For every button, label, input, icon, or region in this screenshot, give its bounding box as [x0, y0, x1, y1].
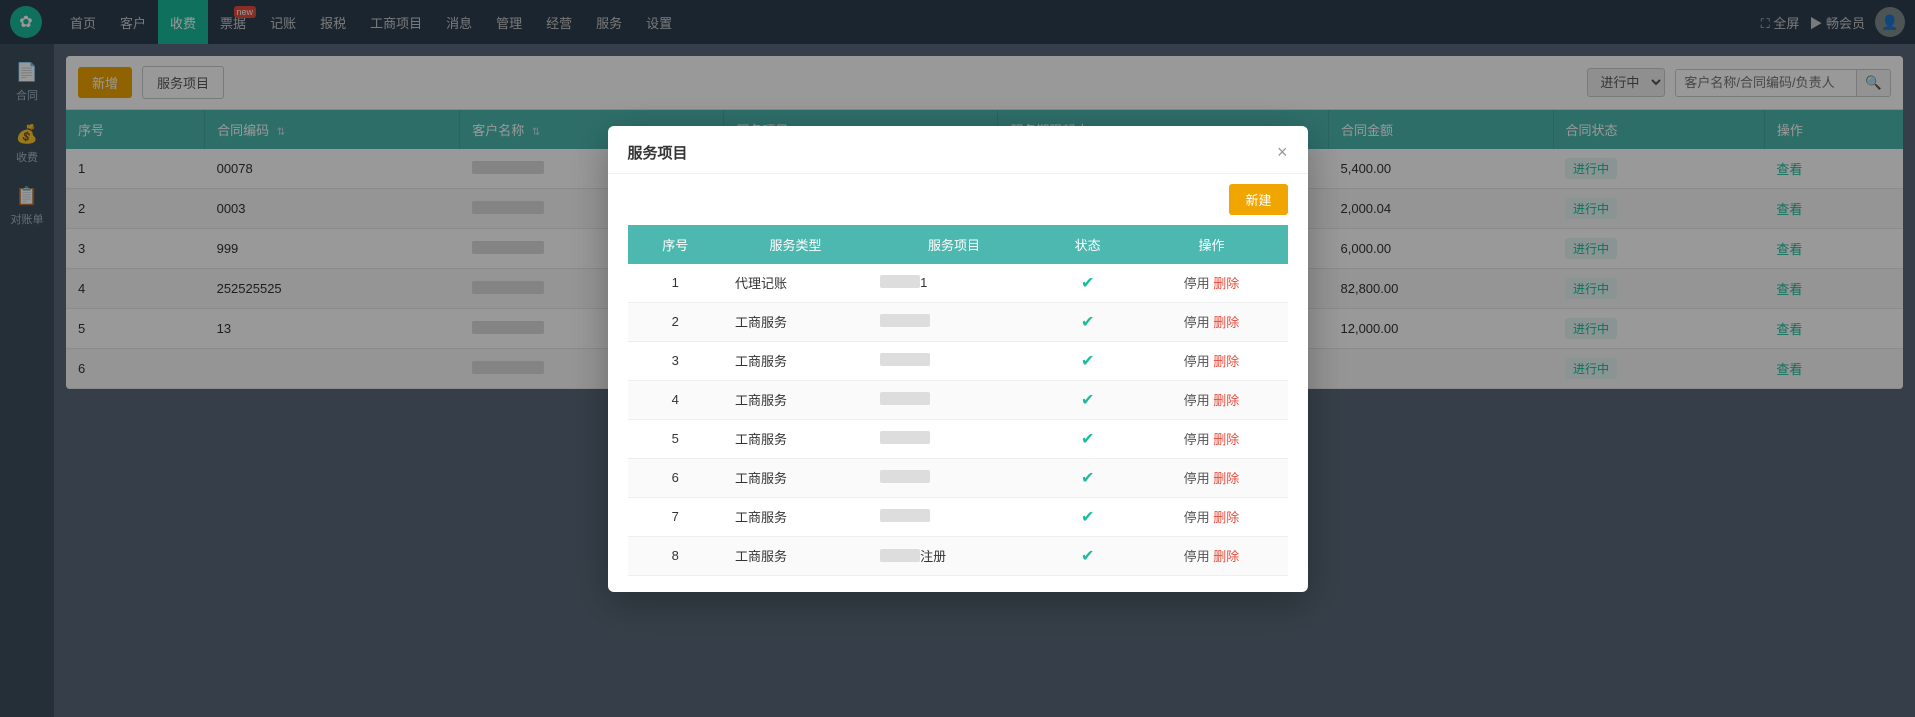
delete-button[interactable]: 删除 — [1213, 546, 1239, 565]
service-items-table: 序号 服务类型 服务项目 状态 操作 1 代理记账 1 ✔ 停用 删除 2 工商… — [628, 225, 1288, 576]
modal-cell-ops: 停用 删除 — [1135, 264, 1287, 303]
stop-button[interactable]: 停用 — [1184, 390, 1210, 409]
modal-table-row: 8 工商服务 注册 ✔ 停用 删除 — [628, 536, 1288, 575]
modal-cell-item — [868, 341, 1040, 380]
status-check-icon: ✔ — [1081, 314, 1094, 331]
modal-table-row: 3 工商服务 ✔ 停用 删除 — [628, 341, 1288, 380]
modal-cell-seq: 5 — [628, 419, 723, 458]
modal-cell-seq: 8 — [628, 536, 723, 575]
modal-cell-ops: 停用 删除 — [1135, 302, 1287, 341]
modal-table-row: 5 工商服务 ✔ 停用 删除 — [628, 419, 1288, 458]
stop-button[interactable]: 停用 — [1184, 468, 1210, 487]
modal-cell-type: 工商服务 — [723, 536, 868, 575]
modal-cell-item: 1 — [868, 264, 1040, 303]
modal-cell-item — [868, 497, 1040, 536]
modal-cell-type: 工商服务 — [723, 341, 868, 380]
delete-button[interactable]: 删除 — [1213, 390, 1239, 409]
modal-cell-item — [868, 380, 1040, 419]
modal-cell-status: ✔ — [1040, 380, 1135, 419]
status-check-icon: ✔ — [1081, 431, 1094, 448]
modal-title: 服务项目 — [628, 142, 688, 163]
modal-cell-seq: 2 — [628, 302, 723, 341]
modal-table-row: 2 工商服务 ✔ 停用 删除 — [628, 302, 1288, 341]
modal-cell-type: 代理记账 — [723, 264, 868, 303]
status-check-icon: ✔ — [1081, 353, 1094, 370]
modal-cell-seq: 4 — [628, 380, 723, 419]
modal-cell-status: ✔ — [1040, 458, 1135, 497]
service-items-modal: 服务项目 × 新建 序号 服务类型 服务项目 状态 操作 1 代理记账 — [608, 126, 1308, 592]
modal-cell-status: ✔ — [1040, 536, 1135, 575]
modal-cell-item: 注册 — [868, 536, 1040, 575]
delete-button[interactable]: 删除 — [1213, 429, 1239, 448]
modal-cell-status: ✔ — [1040, 341, 1135, 380]
stop-button[interactable]: 停用 — [1184, 546, 1210, 565]
modal-cell-item — [868, 458, 1040, 497]
status-check-icon: ✔ — [1081, 548, 1094, 565]
stop-button[interactable]: 停用 — [1184, 507, 1210, 526]
modal-cell-status: ✔ — [1040, 497, 1135, 536]
modal-table-row: 6 工商服务 ✔ 停用 删除 — [628, 458, 1288, 497]
modal-cell-type: 工商服务 — [723, 458, 868, 497]
modal-close-button[interactable]: × — [1277, 143, 1288, 161]
modal-cell-seq: 6 — [628, 458, 723, 497]
modal-cell-seq: 7 — [628, 497, 723, 536]
stop-button[interactable]: 停用 — [1184, 273, 1210, 292]
modal-cell-ops: 停用 删除 — [1135, 419, 1287, 458]
status-check-icon: ✔ — [1081, 509, 1094, 526]
modal-cell-status: ✔ — [1040, 264, 1135, 303]
status-check-icon: ✔ — [1081, 392, 1094, 409]
modal-cell-type: 工商服务 — [723, 380, 868, 419]
modal-cell-ops: 停用 删除 — [1135, 497, 1287, 536]
modal-cell-ops: 停用 删除 — [1135, 380, 1287, 419]
modal-table-row: 4 工商服务 ✔ 停用 删除 — [628, 380, 1288, 419]
modal-col-status: 状态 — [1040, 225, 1135, 264]
modal-cell-status: ✔ — [1040, 419, 1135, 458]
modal-cell-type: 工商服务 — [723, 497, 868, 536]
modal-cell-item — [868, 419, 1040, 458]
modal-cell-status: ✔ — [1040, 302, 1135, 341]
modal-table-row: 1 代理记账 1 ✔ 停用 删除 — [628, 264, 1288, 303]
modal-new-button[interactable]: 新建 — [1229, 184, 1287, 215]
modal-col-ops: 操作 — [1135, 225, 1287, 264]
modal-cell-item — [868, 302, 1040, 341]
modal-cell-ops: 停用 删除 — [1135, 458, 1287, 497]
modal-cell-ops: 停用 删除 — [1135, 341, 1287, 380]
delete-button[interactable]: 删除 — [1213, 507, 1239, 526]
stop-button[interactable]: 停用 — [1184, 351, 1210, 370]
delete-button[interactable]: 删除 — [1213, 273, 1239, 292]
stop-button[interactable]: 停用 — [1184, 312, 1210, 331]
modal-cell-seq: 3 — [628, 341, 723, 380]
modal-col-item: 服务项目 — [868, 225, 1040, 264]
modal-table-row: 7 工商服务 ✔ 停用 删除 — [628, 497, 1288, 536]
modal-cell-type: 工商服务 — [723, 419, 868, 458]
modal-cell-ops: 停用 删除 — [1135, 536, 1287, 575]
modal-toolbar: 新建 — [608, 174, 1308, 225]
delete-button[interactable]: 删除 — [1213, 351, 1239, 370]
delete-button[interactable]: 删除 — [1213, 312, 1239, 331]
status-check-icon: ✔ — [1081, 470, 1094, 487]
modal-header: 服务项目 × — [608, 126, 1308, 174]
modal-cell-type: 工商服务 — [723, 302, 868, 341]
modal-col-type: 服务类型 — [723, 225, 868, 264]
modal-cell-seq: 1 — [628, 264, 723, 303]
stop-button[interactable]: 停用 — [1184, 429, 1210, 448]
modal-overlay[interactable]: 服务项目 × 新建 序号 服务类型 服务项目 状态 操作 1 代理记账 — [0, 0, 1915, 717]
modal-col-seq: 序号 — [628, 225, 723, 264]
delete-button[interactable]: 删除 — [1213, 468, 1239, 487]
modal-body: 序号 服务类型 服务项目 状态 操作 1 代理记账 1 ✔ 停用 删除 2 工商… — [608, 225, 1308, 592]
status-check-icon: ✔ — [1081, 275, 1094, 292]
